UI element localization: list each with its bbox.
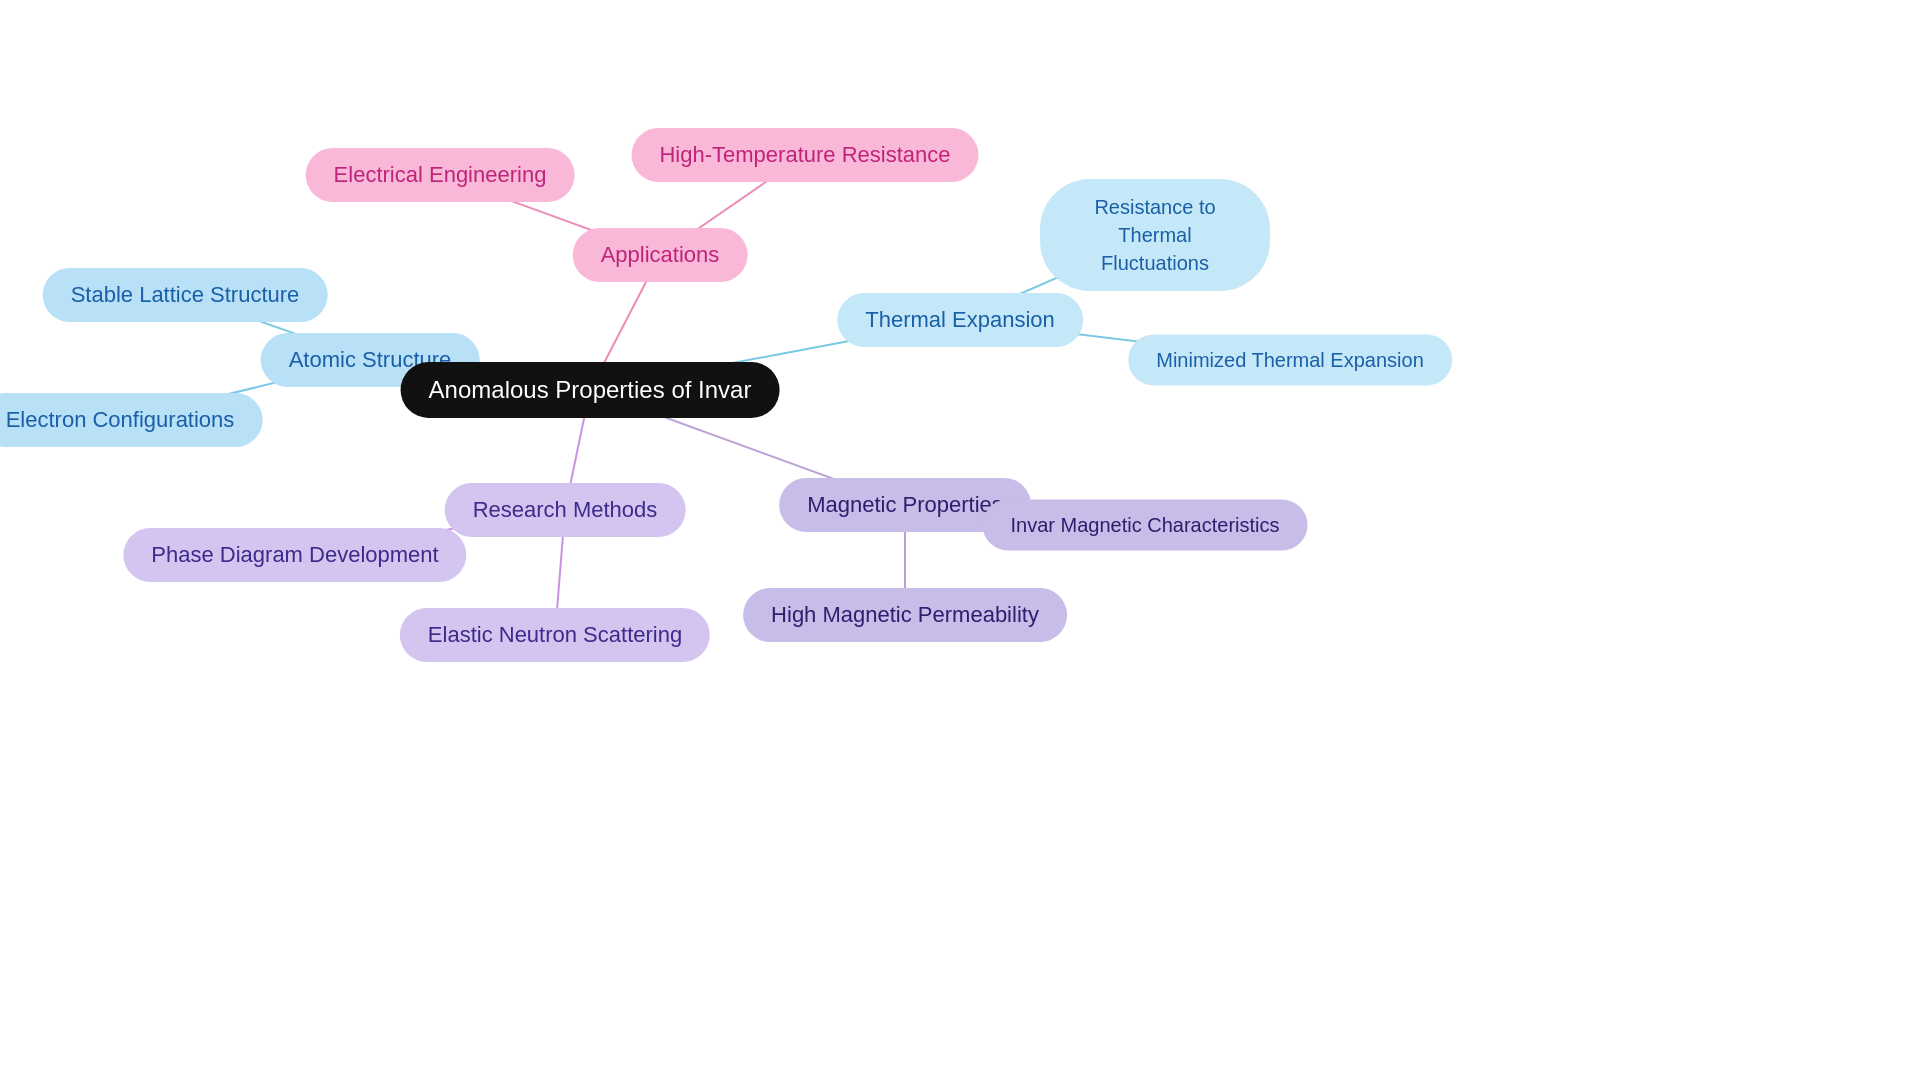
- applications-node[interactable]: Applications: [573, 228, 748, 282]
- electron-configurations-node[interactable]: Electron Configurations: [0, 393, 262, 447]
- thermal-expansion-node[interactable]: Thermal Expansion: [837, 293, 1083, 347]
- resistance-thermal-fluctuations-node[interactable]: Resistance to Thermal Fluctuations: [1040, 179, 1270, 291]
- research-methods-node[interactable]: Research Methods: [445, 483, 686, 537]
- minimized-thermal-expansion-node[interactable]: Minimized Thermal Expansion: [1128, 335, 1452, 386]
- electrical-engineering-node[interactable]: Electrical Engineering: [306, 148, 575, 202]
- phase-diagram-development-node[interactable]: Phase Diagram Development: [123, 528, 466, 582]
- stable-lattice-structure-node[interactable]: Stable Lattice Structure: [43, 268, 328, 322]
- high-magnetic-permeability-node[interactable]: High Magnetic Permeability: [743, 588, 1067, 642]
- high-temperature-resistance-node[interactable]: High-Temperature Resistance: [631, 128, 978, 182]
- elastic-neutron-scattering-node[interactable]: Elastic Neutron Scattering: [400, 608, 710, 662]
- center-node[interactable]: Anomalous Properties of Invar: [401, 362, 780, 418]
- invar-magnetic-characteristics-node[interactable]: Invar Magnetic Characteristics: [983, 500, 1308, 551]
